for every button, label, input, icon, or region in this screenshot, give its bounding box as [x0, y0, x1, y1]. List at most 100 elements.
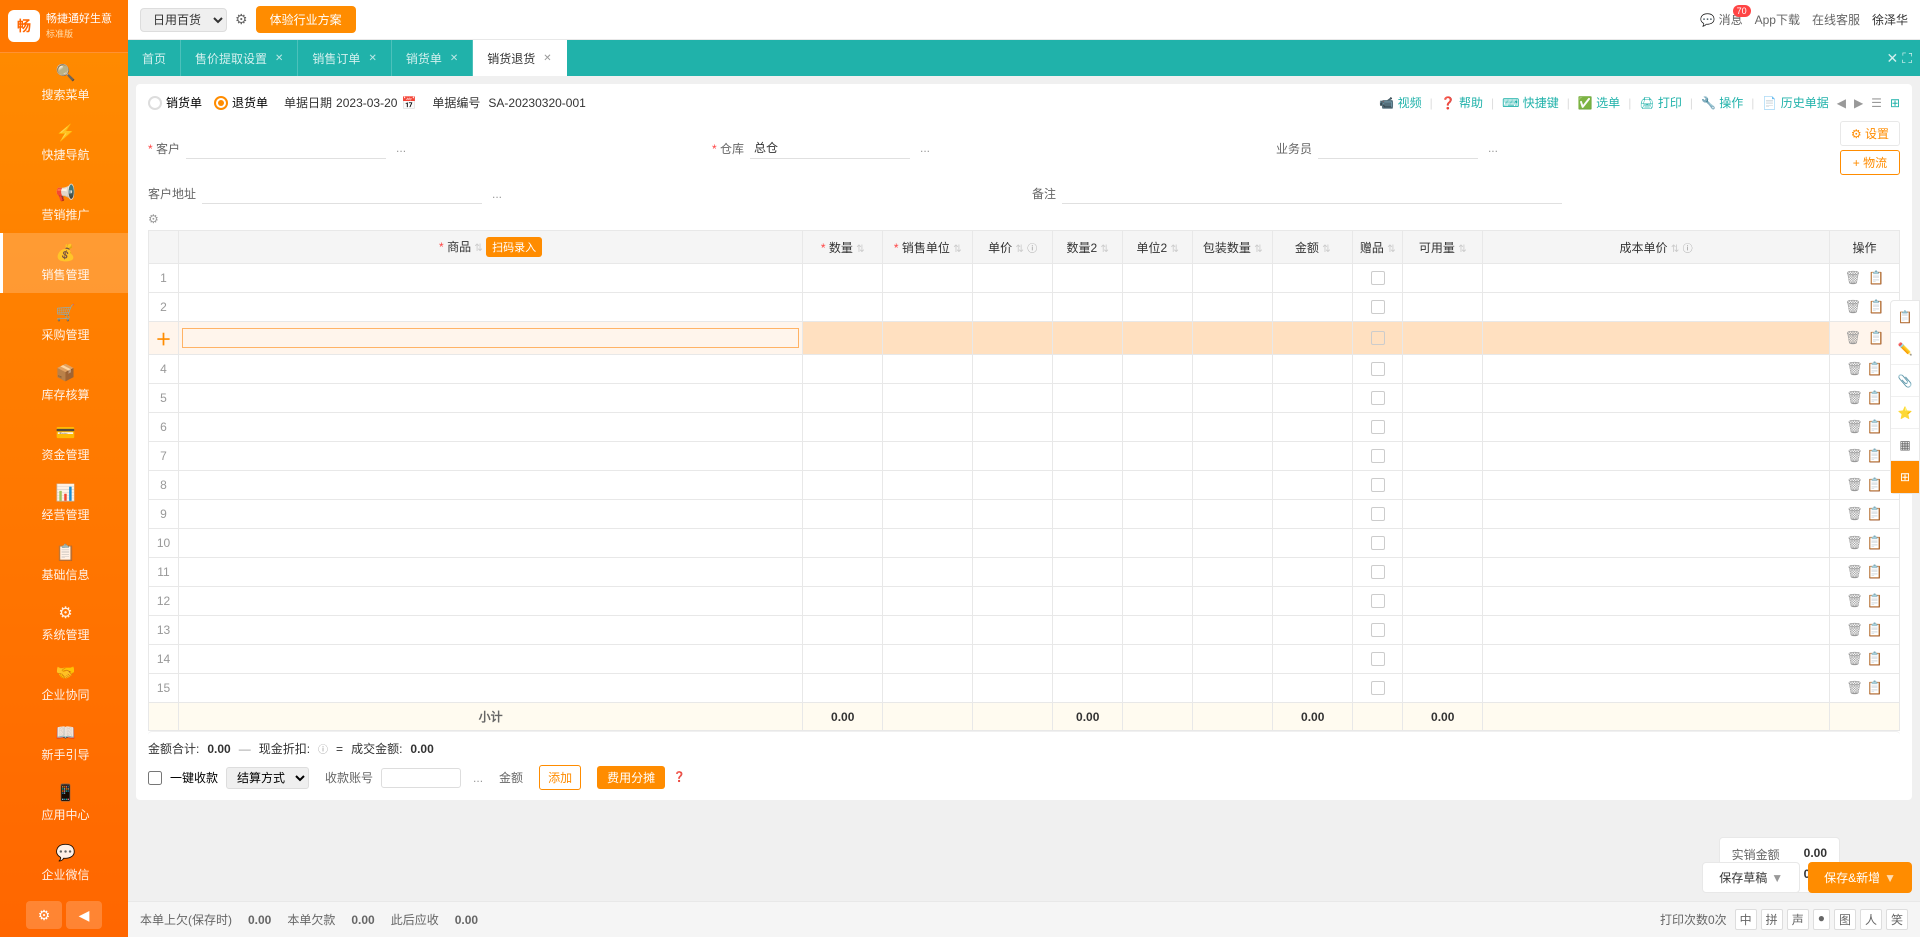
row-available[interactable] — [1403, 322, 1483, 355]
gift-checkbox[interactable] — [1371, 681, 1385, 695]
doc-date-value[interactable]: 2023-03-20 — [336, 96, 397, 110]
address-input[interactable] — [202, 183, 482, 204]
row-unit2[interactable] — [1123, 264, 1193, 293]
app-download-link[interactable]: App下载 — [1755, 11, 1800, 28]
col-unit-sort[interactable]: ⇅ — [953, 244, 961, 255]
row-qty2[interactable] — [1053, 264, 1123, 293]
gift-checkbox[interactable] — [1371, 271, 1385, 285]
copy-row-btn[interactable]: 📋 — [1866, 297, 1886, 317]
trial-plan-button[interactable]: 体验行业方案 — [256, 6, 356, 33]
shortcut-link[interactable]: ⌨ 快捷键 — [1502, 94, 1559, 111]
settlement-method-select[interactable]: 结算方式 — [226, 767, 309, 789]
gift-checkbox[interactable] — [1371, 449, 1385, 463]
row-gift[interactable] — [1353, 322, 1403, 355]
row-unit[interactable] — [883, 322, 973, 355]
row-qty2[interactable] — [1053, 322, 1123, 355]
row-unit2[interactable] — [1123, 322, 1193, 355]
col-amount-sort[interactable]: ⇅ — [1322, 244, 1330, 255]
tool-person[interactable]: 人 — [1860, 909, 1882, 930]
tab-price-setting[interactable]: 售价提取设置 ✕ — [181, 40, 298, 76]
col-unit2-sort[interactable]: ⇅ — [1171, 244, 1179, 255]
side-icon-grid2[interactable]: ⊞ — [1891, 461, 1919, 493]
copy-row-btn[interactable]: 📋 — [1865, 591, 1885, 611]
delete-row-btn[interactable]: 🗑 — [1844, 533, 1865, 553]
sidebar-item-apps[interactable]: 📱 应用中心 — [0, 773, 128, 833]
gift-checkbox[interactable] — [1371, 536, 1385, 550]
add-row-btn[interactable]: ＋ — [155, 332, 171, 349]
sidebar-item-system[interactable]: ⚙ 系统管理 — [0, 593, 128, 653]
row-pkgqty[interactable] — [1193, 264, 1273, 293]
col-cost-sort[interactable]: ⇅ — [1671, 244, 1679, 255]
gift-checkbox[interactable] — [1371, 420, 1385, 434]
cash-discount-info-icon[interactable]: ⓘ — [318, 741, 328, 756]
tool-voice[interactable]: 声 — [1787, 909, 1809, 930]
copy-row-btn[interactable]: 📋 — [1865, 562, 1885, 582]
settings-button[interactable]: ⚙ 设置 — [1840, 121, 1900, 146]
delete-row-btn[interactable]: 🗑 — [1842, 297, 1863, 317]
nav-next-icon[interactable]: ▶ — [1854, 96, 1863, 110]
gift-checkbox[interactable] — [1371, 331, 1385, 345]
sidebar-item-shortcut[interactable]: ⚡ 快捷导航 — [0, 113, 128, 173]
save-new-button[interactable]: 保存&新增 ▼ — [1808, 862, 1912, 893]
price-info-icon[interactable]: ⓘ — [1027, 244, 1037, 255]
row-qty[interactable] — [803, 322, 883, 355]
add-logistics-button[interactable]: + 物流 — [1840, 150, 1900, 175]
row-price[interactable] — [973, 293, 1053, 322]
col-qty-sort[interactable]: ⇅ — [856, 244, 864, 255]
save-draft-button[interactable]: 保存草稿 ▼ — [1702, 862, 1800, 893]
tab-sales-order[interactable]: 销售订单 ✕ — [298, 40, 391, 76]
copy-row-btn[interactable]: 📋 — [1865, 417, 1885, 437]
save-new-dropdown-icon[interactable]: ▼ — [1884, 871, 1896, 885]
video-link[interactable]: 📹 视频 — [1379, 94, 1421, 111]
row-qty[interactable] — [803, 264, 883, 293]
row-unit[interactable] — [883, 264, 973, 293]
tab-sales[interactable]: 销货单 ✕ — [392, 40, 473, 76]
row-goods[interactable] — [179, 264, 803, 293]
maximize-tab-btn[interactable]: ⛶ — [1902, 50, 1912, 67]
row-gift[interactable] — [1353, 264, 1403, 293]
col-price-sort[interactable]: ⇅ — [1016, 244, 1024, 255]
sidebar-item-finance[interactable]: 💳 资金管理 — [0, 413, 128, 473]
row-qty2[interactable] — [1053, 293, 1123, 322]
view-list-icon[interactable]: ☰ — [1871, 96, 1882, 110]
username-label[interactable]: 徐泽华 — [1872, 11, 1908, 28]
delete-row-btn[interactable]: 🗑 — [1844, 417, 1865, 437]
gift-checkbox[interactable] — [1371, 300, 1385, 314]
delete-row-btn[interactable]: 🗑 — [1844, 649, 1865, 669]
sidebar-item-business[interactable]: 📊 经营管理 — [0, 473, 128, 533]
delete-row-btn[interactable]: 🗑 — [1844, 475, 1865, 495]
cost-info-icon[interactable]: ⓘ — [1683, 244, 1693, 255]
col-goods-sort[interactable]: ⇅ — [474, 243, 482, 254]
sidebar-item-inventory[interactable]: 📦 库存核算 — [0, 353, 128, 413]
history-link[interactable]: 📄 历史单据 — [1762, 94, 1828, 111]
tab-sales-return[interactable]: 销货退货 ✕ — [473, 40, 566, 76]
print-link[interactable]: 🖨 打印 — [1639, 94, 1682, 111]
row-goods[interactable] — [179, 322, 803, 355]
gift-checkbox[interactable] — [1371, 652, 1385, 666]
row-price[interactable] — [973, 264, 1053, 293]
copy-row-btn[interactable]: 📋 — [1865, 475, 1885, 495]
row-cost-price[interactable] — [1483, 322, 1830, 355]
save-draft-dropdown-icon[interactable]: ▼ — [1771, 871, 1783, 885]
sidebar-item-purchase[interactable]: 🛒 采购管理 — [0, 293, 128, 353]
operation-link[interactable]: 🔧 操作 — [1701, 94, 1743, 111]
gift-checkbox[interactable] — [1371, 362, 1385, 376]
gift-checkbox[interactable] — [1371, 478, 1385, 492]
address-dots-btn[interactable]: ... — [492, 187, 502, 201]
radio-sales[interactable]: 销货单 — [148, 94, 202, 111]
tool-chinese[interactable]: 中 — [1735, 909, 1757, 930]
row-qty[interactable] — [803, 293, 883, 322]
row-available[interactable] — [1403, 293, 1483, 322]
gift-checkbox[interactable] — [1371, 594, 1385, 608]
tool-dot[interactable]: ● — [1813, 909, 1830, 930]
staff-input[interactable] — [1318, 138, 1478, 159]
tab-home[interactable]: 首页 — [128, 40, 181, 76]
help-link[interactable]: ❓ 帮助 — [1441, 94, 1483, 111]
delete-row-btn[interactable]: 🗑 — [1844, 388, 1865, 408]
row-cost-price[interactable] — [1483, 264, 1830, 293]
topbar-gear-icon[interactable]: ⚙ — [235, 11, 248, 28]
delete-row-btn[interactable]: 🗑 — [1844, 591, 1865, 611]
tab-close-icon[interactable]: ✕ — [368, 53, 376, 64]
sidebar-item-marketing[interactable]: 📢 营销推广 — [0, 173, 128, 233]
close-tab-btn[interactable]: ✕ — [1886, 50, 1898, 67]
